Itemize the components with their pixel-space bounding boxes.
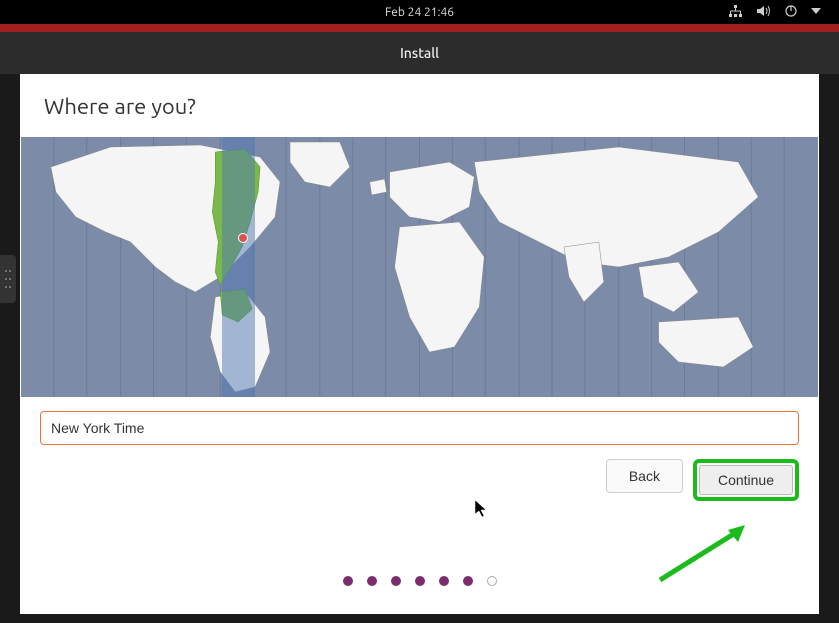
continue-button-highlight: Continue — [693, 459, 799, 501]
progress-dot — [391, 576, 401, 586]
window-title-text: Install — [400, 45, 439, 61]
volume-icon[interactable] — [757, 5, 771, 20]
timezone-band-highlight — [222, 137, 255, 397]
world-map-svg — [21, 137, 818, 397]
power-icon[interactable] — [785, 5, 797, 20]
back-button[interactable]: Back — [606, 459, 683, 493]
page-heading: Where are you? — [20, 74, 819, 137]
progress-dot — [415, 576, 425, 586]
continue-button[interactable]: Continue — [699, 465, 793, 495]
top-menu-bar: Feb 24 21:46 — [0, 0, 839, 24]
progress-dot — [487, 576, 497, 586]
window-titlebar-accent — [0, 24, 839, 32]
chevron-down-icon[interactable] — [811, 6, 821, 19]
side-panel-tab[interactable] — [0, 255, 16, 303]
clock: Feb 24 21:46 — [385, 6, 454, 19]
timezone-map[interactable] — [21, 137, 818, 397]
progress-dot — [343, 576, 353, 586]
progress-dot — [463, 576, 473, 586]
network-icon[interactable] — [729, 5, 743, 20]
timezone-input[interactable] — [40, 411, 799, 445]
timezone-input-container — [20, 397, 819, 445]
system-tray — [729, 5, 821, 20]
installer-content: Where are you? — [20, 74, 819, 614]
progress-dot — [367, 576, 377, 586]
progress-dot — [439, 576, 449, 586]
button-row: Back Continue — [20, 445, 819, 501]
location-pin-icon — [238, 233, 248, 243]
window-title: Install — [0, 32, 839, 74]
progress-indicator — [343, 576, 497, 586]
